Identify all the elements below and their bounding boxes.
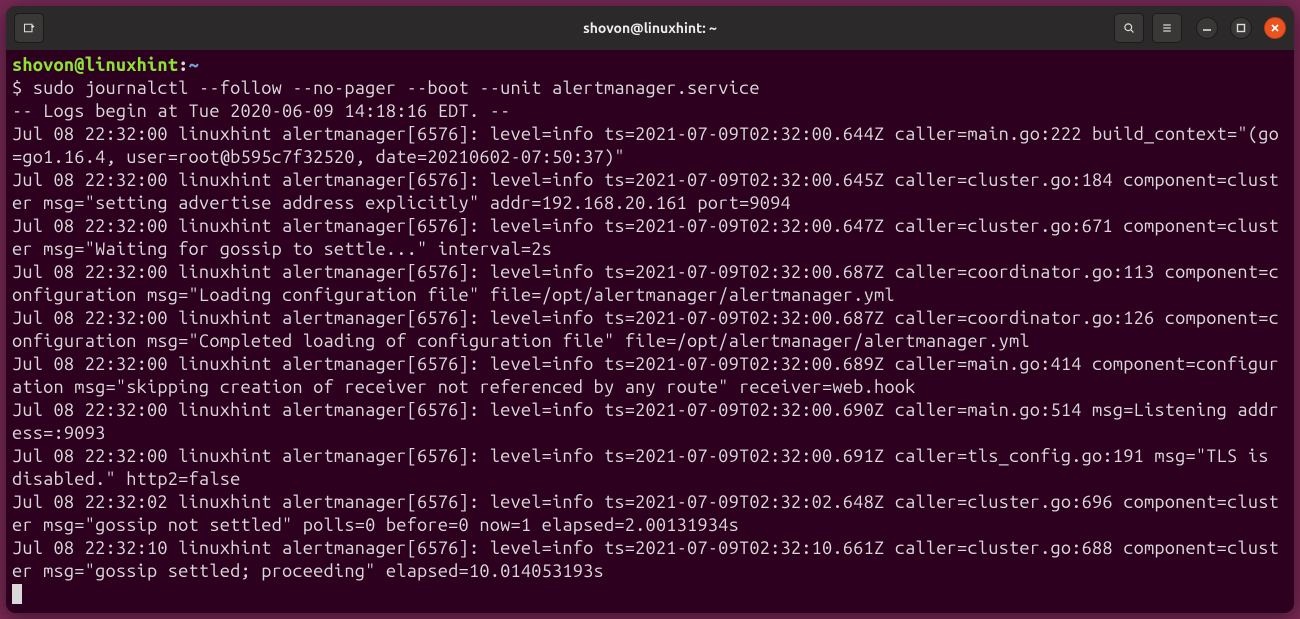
log-line: Jul 08 22:32:00 linuxhint alertmanager[6… <box>12 354 1279 397</box>
log-line: Jul 08 22:32:00 linuxhint alertmanager[6… <box>12 216 1279 259</box>
maximize-button[interactable] <box>1230 17 1252 39</box>
log-begin-line: -- Logs begin at Tue 2020-06-09 14:18:16… <box>12 101 510 121</box>
terminal-output-area[interactable]: shovon@linuxhint:~ $ sudo journalctl --f… <box>6 50 1294 613</box>
prompt-user-host: shovon@linuxhint <box>12 55 178 75</box>
new-tab-icon <box>23 22 35 34</box>
log-line: Jul 08 22:32:00 linuxhint alertmanager[6… <box>12 308 1279 351</box>
log-line: Jul 08 22:32:10 linuxhint alertmanager[6… <box>12 538 1279 581</box>
window-controls <box>1196 17 1286 39</box>
minimize-button[interactable] <box>1196 17 1218 39</box>
log-line: Jul 08 22:32:00 linuxhint alertmanager[6… <box>12 262 1279 305</box>
new-tab-button[interactable] <box>14 13 44 43</box>
command-text: sudo journalctl --follow --no-pager --bo… <box>33 78 760 98</box>
prompt-dollar: $ <box>12 78 22 98</box>
titlebar[interactable]: shovon@linuxhint: ~ <box>6 6 1294 50</box>
terminal-cursor <box>12 584 22 604</box>
log-line: Jul 08 22:32:00 linuxhint alertmanager[6… <box>12 124 1279 167</box>
prompt-path: ~ <box>189 55 199 75</box>
hamburger-menu-button[interactable] <box>1152 13 1182 43</box>
prompt-colon: : <box>178 55 188 75</box>
log-line: Jul 08 22:32:00 linuxhint alertmanager[6… <box>12 446 1279 489</box>
maximize-icon <box>1235 22 1247 34</box>
window-title: shovon@linuxhint: ~ <box>6 20 1294 36</box>
terminal-window: shovon@linuxhint: ~ <box>6 6 1294 613</box>
minimize-icon <box>1201 22 1213 34</box>
search-icon <box>1123 22 1135 34</box>
search-button[interactable] <box>1114 13 1144 43</box>
hamburger-icon <box>1161 22 1173 34</box>
log-line: Jul 08 22:32:02 linuxhint alertmanager[6… <box>12 492 1279 535</box>
log-line: Jul 08 22:32:00 linuxhint alertmanager[6… <box>12 400 1279 443</box>
log-line: Jul 08 22:32:00 linuxhint alertmanager[6… <box>12 170 1279 213</box>
close-button[interactable] <box>1264 17 1286 39</box>
close-icon <box>1269 22 1281 34</box>
